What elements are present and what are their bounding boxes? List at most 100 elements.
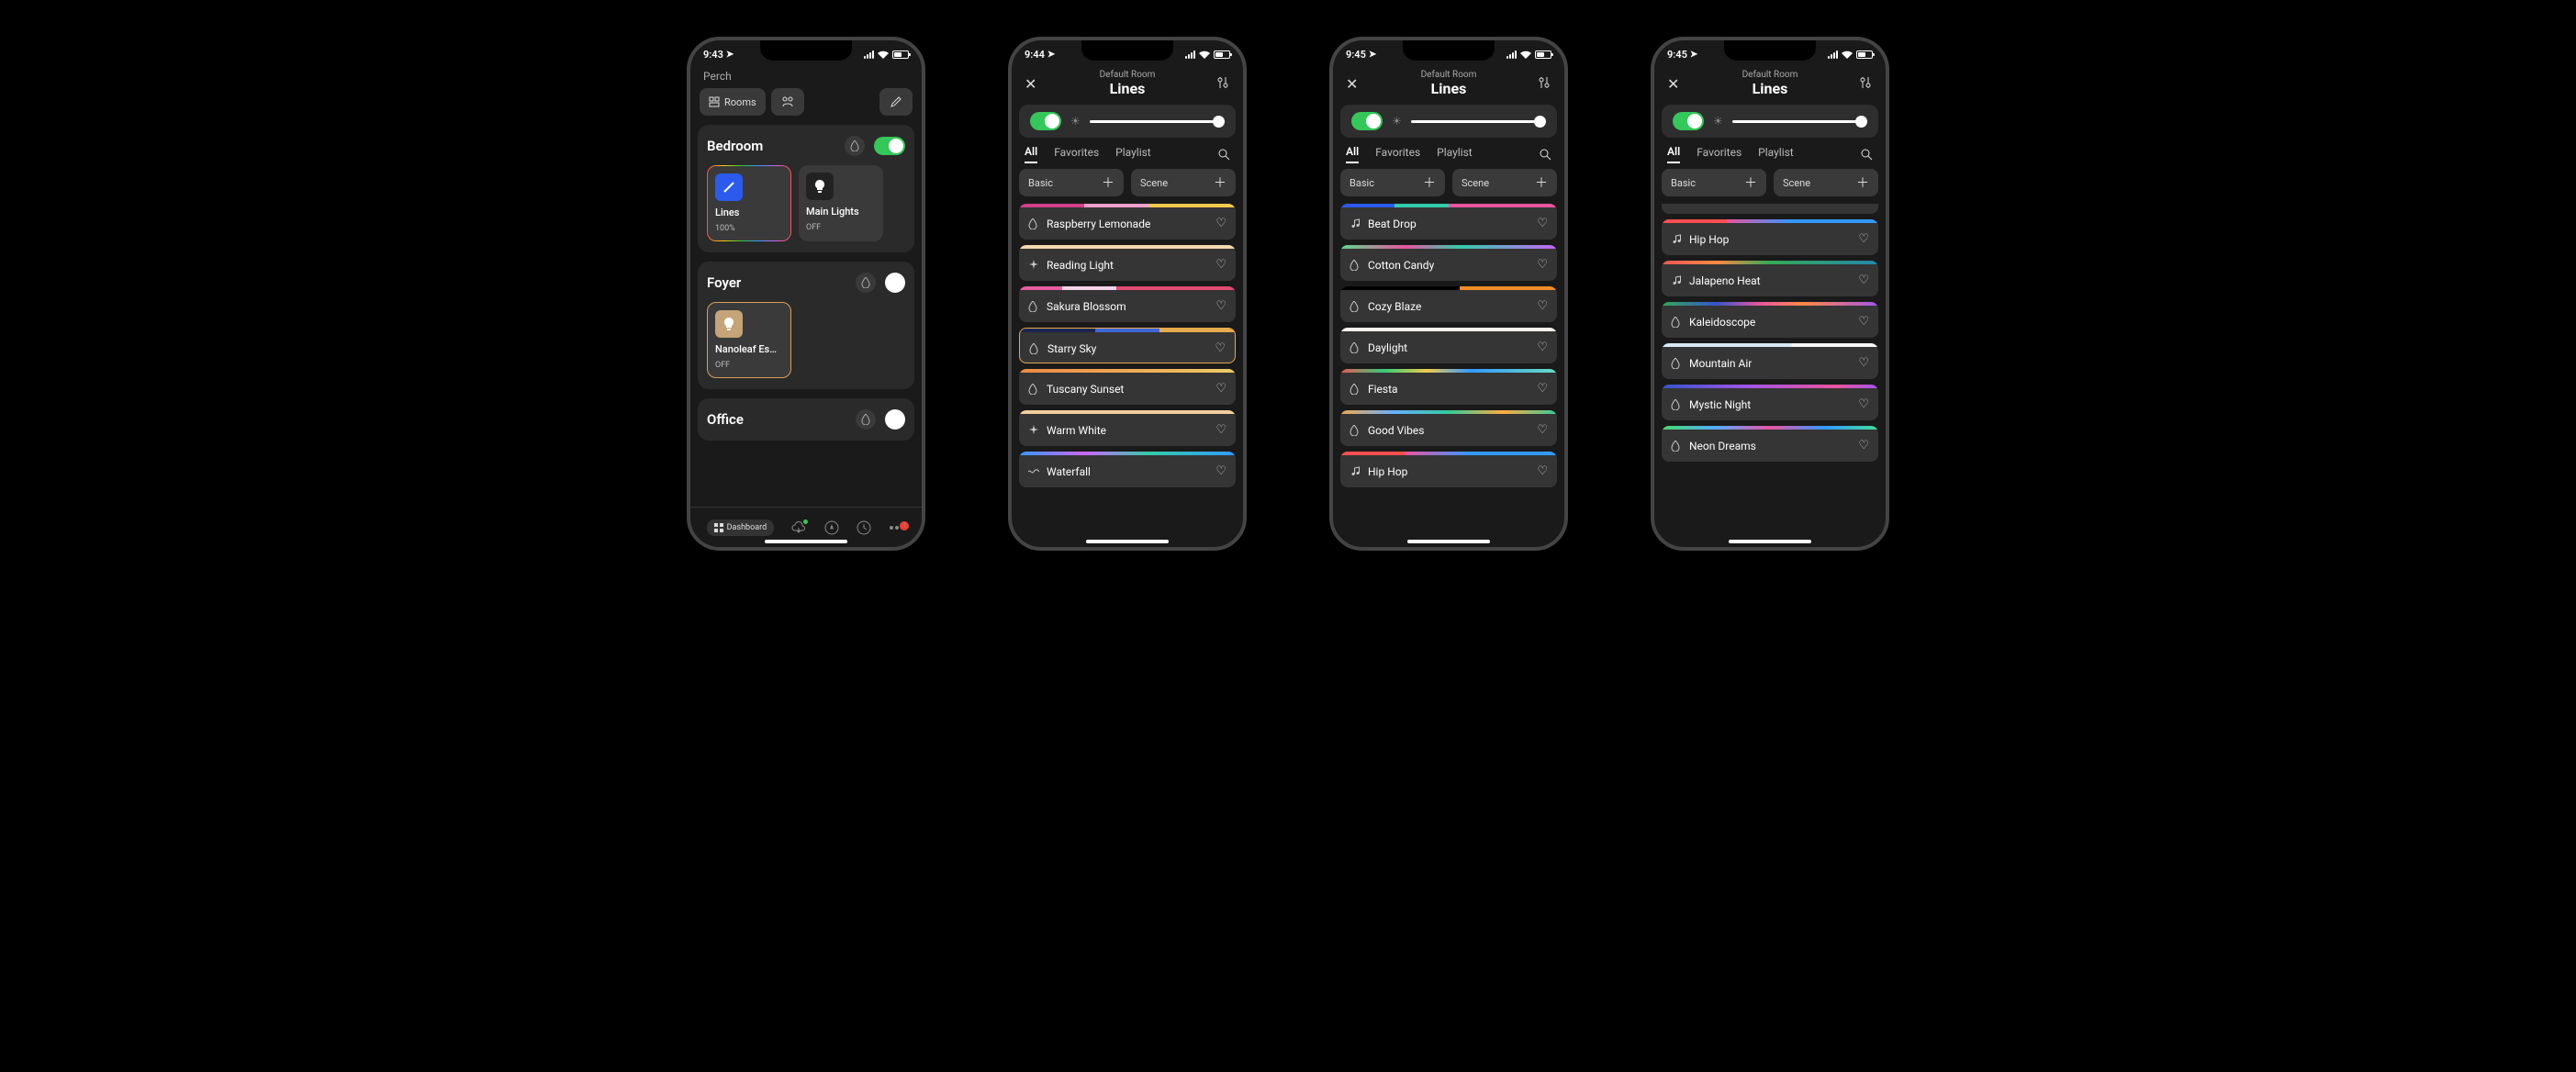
edit-button[interactable] (879, 88, 913, 116)
scene-item[interactable]: Waterfall ♡ (1019, 452, 1236, 487)
heart-icon[interactable]: ♡ (1537, 258, 1548, 272)
scene-item[interactable]: Reading Light ♡ (1019, 245, 1236, 281)
home-indicator[interactable] (765, 540, 847, 543)
heart-icon[interactable]: ♡ (1215, 217, 1226, 230)
scene-item[interactable]: Cozy Blaze ♡ (1340, 286, 1557, 322)
heart-icon[interactable]: ♡ (1858, 204, 1869, 205)
nav-explore[interactable] (824, 520, 839, 535)
heart-icon[interactable]: ♡ (1215, 258, 1226, 272)
scene-item[interactable]: Cotton Candy ♡ (1340, 245, 1557, 281)
device-tile-lines[interactable]: Lines 100% (707, 165, 791, 241)
home-indicator[interactable] (1407, 540, 1490, 543)
heart-icon[interactable]: ♡ (1858, 439, 1869, 452)
tab-favorites[interactable]: Favorites (1697, 146, 1742, 162)
heart-icon[interactable]: ♡ (1215, 464, 1226, 478)
heart-icon[interactable]: ♡ (1537, 423, 1548, 437)
search-icon[interactable] (1539, 148, 1551, 161)
heart-icon[interactable]: ♡ (1537, 299, 1548, 313)
filter-row: Basic＋ Scene＋ (1012, 169, 1243, 204)
power-toggle[interactable] (1030, 112, 1061, 130)
heart-icon[interactable]: ♡ (1215, 341, 1226, 355)
heart-icon[interactable]: ♡ (1537, 341, 1548, 354)
heart-icon[interactable]: ♡ (1858, 232, 1869, 246)
room-bedroom[interactable]: Bedroom Lines 100% (698, 125, 914, 252)
color-button[interactable] (845, 136, 865, 156)
heart-icon[interactable]: ♡ (1215, 382, 1226, 396)
nav-dashboard[interactable]: Dashboard (707, 519, 775, 536)
settings-icon[interactable] (1215, 75, 1230, 90)
scene-item[interactable]: Beat Drop ♡ (1340, 204, 1557, 240)
scene-item[interactable]: Daylight ♡ (1340, 328, 1557, 363)
search-icon[interactable] (1860, 148, 1873, 161)
heart-icon[interactable]: ♡ (1858, 356, 1869, 370)
heart-icon[interactable]: ♡ (1215, 423, 1226, 437)
scene-item[interactable]: Sakura Blossom ♡ (1019, 286, 1236, 322)
room-toggle[interactable] (874, 137, 905, 155)
home-indicator[interactable] (1729, 540, 1811, 543)
group-button[interactable] (771, 88, 804, 116)
heart-icon[interactable]: ♡ (1858, 274, 1869, 287)
tab-all[interactable]: All (1667, 145, 1680, 163)
scene-item[interactable]: Hip Hop ♡ (1340, 452, 1557, 487)
power-toggle[interactable] (1673, 112, 1704, 130)
heart-icon[interactable]: ♡ (1215, 299, 1226, 313)
device-tile-nanoleaf[interactable]: Nanoleaf Es… OFF (707, 302, 791, 378)
heart-icon[interactable]: ♡ (1537, 464, 1548, 478)
home-indicator[interactable] (1086, 540, 1169, 543)
power-toggle[interactable] (1351, 112, 1383, 130)
room-foyer[interactable]: Foyer Nanoleaf Es… OFF (698, 262, 914, 389)
heart-icon[interactable]: ♡ (1858, 315, 1869, 329)
scene-item[interactable]: Hip Hop ♡ (1662, 219, 1878, 255)
heart-icon[interactable]: ♡ (1537, 217, 1548, 230)
heart-icon[interactable]: ♡ (1537, 382, 1548, 396)
basic-filter[interactable]: Basic＋ (1662, 169, 1766, 196)
scene-filter[interactable]: Scene＋ (1131, 169, 1236, 196)
nav-more[interactable]: 1 (889, 525, 905, 530)
basic-filter[interactable]: Basic＋ (1340, 169, 1445, 196)
settings-icon[interactable] (1858, 75, 1873, 90)
room-brightness-button[interactable] (885, 273, 905, 293)
tab-all[interactable]: All (1346, 145, 1359, 163)
scene-item[interactable]: Warm White ♡ (1019, 410, 1236, 446)
search-icon[interactable] (1217, 148, 1230, 161)
settings-icon[interactable] (1537, 75, 1551, 90)
brightness-slider[interactable] (1090, 120, 1225, 123)
room-brightness-button[interactable] (885, 409, 905, 430)
scene-item[interactable]: Kaleidoscope ♡ (1662, 302, 1878, 338)
brightness-slider[interactable] (1411, 120, 1546, 123)
heart-icon[interactable]: ♡ (1858, 397, 1869, 411)
nav-cloud[interactable] (791, 521, 806, 534)
scene-item[interactable]: Raspberry Lemonade ♡ (1019, 204, 1236, 240)
scene-item[interactable]: Fiesta ♡ (1340, 369, 1557, 405)
scene-item[interactable]: Mountain Air ♡ (1662, 343, 1878, 379)
tab-playlist[interactable]: Playlist (1758, 146, 1794, 162)
tab-favorites[interactable]: Favorites (1054, 146, 1099, 162)
scene-filter[interactable]: Scene＋ (1452, 169, 1557, 196)
brightness-slider[interactable] (1732, 120, 1867, 123)
tab-playlist[interactable]: Playlist (1115, 146, 1151, 162)
tab-all[interactable]: All (1025, 145, 1037, 163)
scene-item[interactable]: Mystic Night ♡ (1662, 385, 1878, 420)
color-button[interactable] (856, 409, 876, 430)
scene-list[interactable]: Beat Drop ♡ Cotton Candy ♡ Cozy Blaze ♡ … (1333, 204, 1564, 547)
close-button[interactable]: ✕ (1025, 75, 1036, 93)
scene-item[interactable]: ♡ (1662, 204, 1878, 214)
scene-list[interactable]: Raspberry Lemonade ♡ Reading Light ♡ Sak… (1012, 204, 1243, 547)
scene-item[interactable]: Starry Sky ♡ (1019, 328, 1236, 363)
scene-filter[interactable]: Scene＋ (1774, 169, 1878, 196)
scene-item[interactable]: Good Vibes ♡ (1340, 410, 1557, 446)
scene-list[interactable]: ♡ Hip Hop ♡ Jalapeno Heat ♡ Kaleidoscope… (1654, 204, 1886, 547)
scene-item[interactable]: Jalapeno Heat ♡ (1662, 261, 1878, 296)
close-button[interactable]: ✕ (1346, 75, 1358, 93)
tab-favorites[interactable]: Favorites (1375, 146, 1420, 162)
scene-item[interactable]: Neon Dreams ♡ (1662, 426, 1878, 462)
rooms-button[interactable]: Rooms (700, 88, 766, 116)
basic-filter[interactable]: Basic＋ (1019, 169, 1124, 196)
scene-item[interactable]: Tuscany Sunset ♡ (1019, 369, 1236, 405)
color-button[interactable] (856, 273, 876, 293)
tab-playlist[interactable]: Playlist (1437, 146, 1473, 162)
device-tile-main-lights[interactable]: Main Lights OFF (799, 165, 883, 241)
nav-schedule[interactable] (857, 520, 871, 535)
room-office[interactable]: Office (698, 398, 914, 441)
close-button[interactable]: ✕ (1667, 75, 1679, 93)
